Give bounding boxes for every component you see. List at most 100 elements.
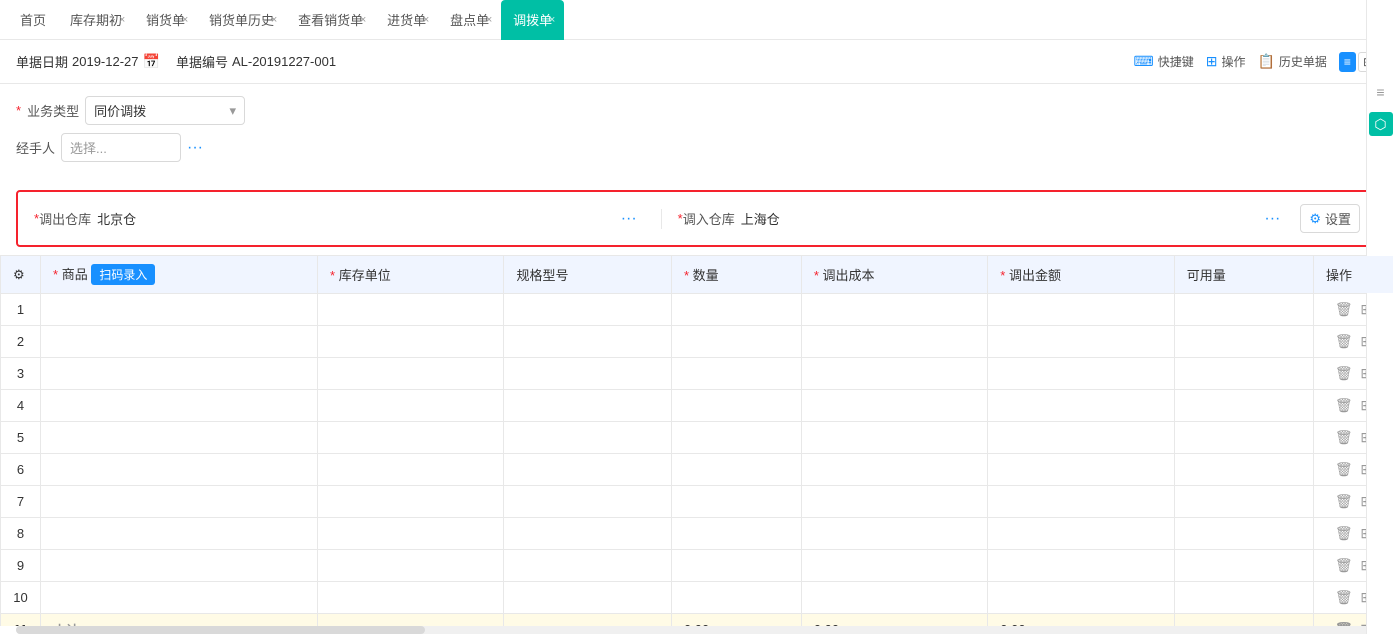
available-cell-1[interactable] (1174, 294, 1313, 326)
quantity-cell-10[interactable] (671, 582, 801, 614)
spec-cell-10[interactable] (504, 582, 672, 614)
amount-cell-10[interactable] (988, 582, 1174, 614)
cost-cell-4[interactable] (801, 390, 987, 422)
product-cell-9[interactable] (41, 550, 318, 582)
quantity-cell-7[interactable] (671, 486, 801, 518)
product-cell-4[interactable] (41, 390, 318, 422)
sidebar-doc-btn[interactable]: ≡ (1369, 80, 1393, 104)
available-cell-2[interactable] (1174, 326, 1313, 358)
delete-icon-4[interactable]: 🗑 (1333, 395, 1355, 415)
spec-cell-6[interactable] (504, 454, 672, 486)
unit-cell-5[interactable] (318, 422, 504, 454)
cost-cell-6[interactable] (801, 454, 987, 486)
product-cell-3[interactable] (41, 358, 318, 390)
cost-cell-10[interactable] (801, 582, 987, 614)
tab-sales-order[interactable]: 销货单 × (134, 0, 197, 40)
operations-btn[interactable]: ⊞ 操作 (1206, 53, 1246, 70)
product-cell-6[interactable] (41, 454, 318, 486)
cost-cell-9[interactable] (801, 550, 987, 582)
spec-cell-7[interactable] (504, 486, 672, 518)
tab-stock-init-close[interactable]: × (114, 12, 130, 28)
amount-cell-4[interactable] (988, 390, 1174, 422)
available-cell-3[interactable] (1174, 358, 1313, 390)
delete-icon-1[interactable]: 🗑 (1333, 299, 1355, 319)
cost-cell-7[interactable] (801, 486, 987, 518)
tab-stock-init[interactable]: 库存期初 × (58, 0, 134, 40)
tab-inventory[interactable]: 盘点单 × (438, 0, 501, 40)
tab-inventory-close[interactable]: × (481, 12, 497, 28)
available-cell-9[interactable] (1174, 550, 1313, 582)
tab-purchase-close[interactable]: × (418, 12, 434, 28)
history-btn[interactable]: 📋 历史单据 (1257, 53, 1326, 70)
delete-icon-5[interactable]: 🗑 (1333, 427, 1355, 447)
spec-cell-1[interactable] (504, 294, 672, 326)
col-gear[interactable]: ⚙ (1, 256, 41, 294)
amount-cell-6[interactable] (988, 454, 1174, 486)
quantity-cell-8[interactable] (671, 518, 801, 550)
amount-cell-9[interactable] (988, 550, 1174, 582)
unit-cell-3[interactable] (318, 358, 504, 390)
unit-cell-4[interactable] (318, 390, 504, 422)
unit-cell-7[interactable] (318, 486, 504, 518)
tab-home[interactable]: 首页 (8, 0, 58, 40)
settings-button[interactable]: ⚙ 设置 (1300, 204, 1360, 233)
delete-icon-2[interactable]: 🗑 (1333, 331, 1355, 351)
out-more-icon[interactable]: ··· (613, 210, 645, 228)
horizontal-scrollbar[interactable] (16, 626, 1378, 634)
tab-view-sales[interactable]: 查看销货单 × (286, 0, 375, 40)
unit-cell-10[interactable] (318, 582, 504, 614)
handler-select[interactable]: 选择... (61, 133, 181, 162)
unit-cell-8[interactable] (318, 518, 504, 550)
product-cell-5[interactable] (41, 422, 318, 454)
tab-transfer-close[interactable]: × (544, 12, 560, 28)
shortcuts-btn[interactable]: ⌨ 快捷键 (1133, 53, 1193, 70)
cost-cell-1[interactable] (801, 294, 987, 326)
available-cell-4[interactable] (1174, 390, 1313, 422)
quantity-cell-1[interactable] (671, 294, 801, 326)
delete-icon-3[interactable]: 🗑 (1333, 363, 1355, 383)
amount-cell-7[interactable] (988, 486, 1174, 518)
available-cell-6[interactable] (1174, 454, 1313, 486)
delete-icon-10[interactable]: 🗑 (1333, 587, 1355, 607)
tab-sales-order-close[interactable]: × (177, 12, 193, 28)
quantity-cell-6[interactable] (671, 454, 801, 486)
scan-btn[interactable]: 扫码录入 (91, 264, 155, 285)
available-cell-7[interactable] (1174, 486, 1313, 518)
delete-icon-8[interactable]: 🗑 (1333, 523, 1355, 543)
quantity-cell-2[interactable] (671, 326, 801, 358)
spec-cell-3[interactable] (504, 358, 672, 390)
amount-cell-3[interactable] (988, 358, 1174, 390)
cost-cell-8[interactable] (801, 518, 987, 550)
tab-purchase[interactable]: 进货单 × (375, 0, 438, 40)
quantity-cell-9[interactable] (671, 550, 801, 582)
spec-cell-4[interactable] (504, 390, 672, 422)
cost-cell-3[interactable] (801, 358, 987, 390)
unit-cell-9[interactable] (318, 550, 504, 582)
spec-cell-2[interactable] (504, 326, 672, 358)
cost-cell-5[interactable] (801, 422, 987, 454)
business-type-select[interactable]: 同价调拨 ▾ (85, 96, 245, 125)
calendar-icon[interactable]: 📅 (143, 53, 160, 70)
available-cell-8[interactable] (1174, 518, 1313, 550)
available-cell-5[interactable] (1174, 422, 1313, 454)
spec-cell-8[interactable] (504, 518, 672, 550)
tab-sales-history[interactable]: 销货单历史 × (197, 0, 286, 40)
unit-cell-1[interactable] (318, 294, 504, 326)
tab-sales-history-close[interactable]: × (266, 12, 282, 28)
product-cell-7[interactable] (41, 486, 318, 518)
delete-icon-11[interactable]: 🗑 (1333, 619, 1355, 626)
tab-transfer[interactable]: 调拨单 × (501, 0, 564, 40)
product-cell-1[interactable] (41, 294, 318, 326)
product-cell-8[interactable] (41, 518, 318, 550)
handler-more-icon[interactable]: ··· (187, 139, 203, 157)
unit-cell-2[interactable] (318, 326, 504, 358)
delete-icon-7[interactable]: 🗑 (1333, 491, 1355, 511)
product-cell-10[interactable] (41, 582, 318, 614)
amount-cell-1[interactable] (988, 294, 1174, 326)
amount-cell-8[interactable] (988, 518, 1174, 550)
spec-cell-5[interactable] (504, 422, 672, 454)
quantity-cell-5[interactable] (671, 422, 801, 454)
sidebar-expand-btn[interactable]: ⬡ (1369, 112, 1393, 136)
available-cell-10[interactable] (1174, 582, 1313, 614)
cost-cell-2[interactable] (801, 326, 987, 358)
